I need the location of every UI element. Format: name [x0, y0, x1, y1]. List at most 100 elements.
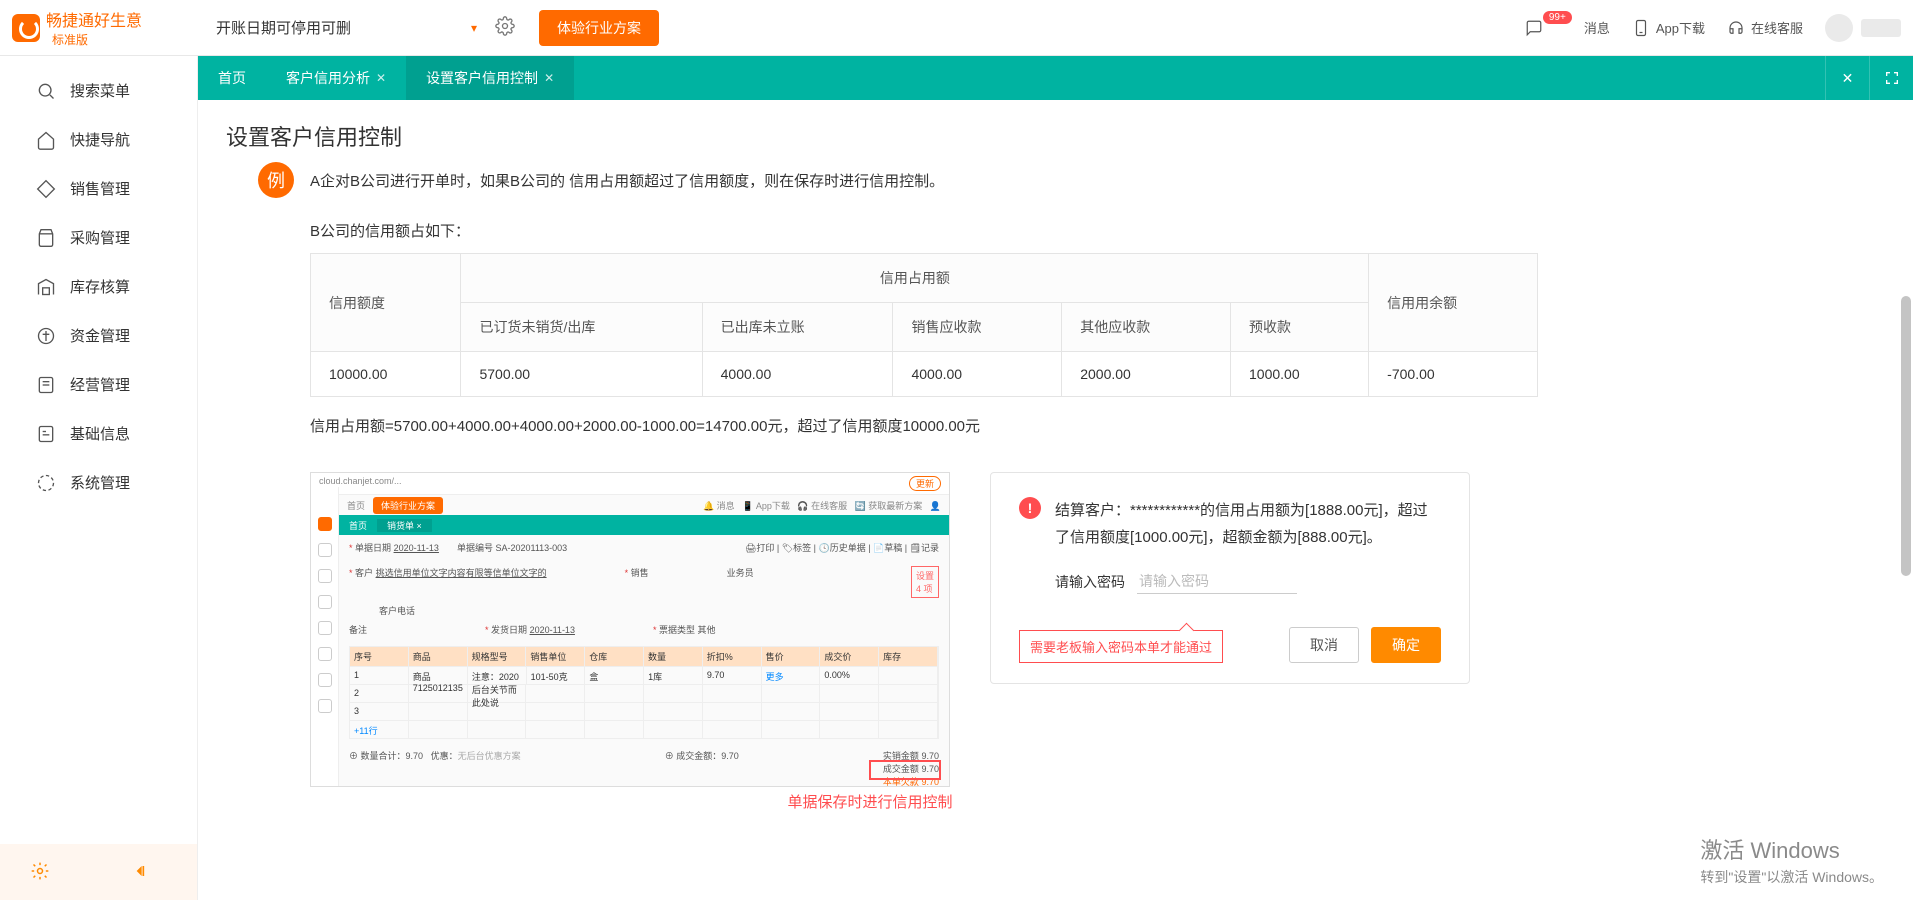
password-input[interactable] — [1137, 569, 1297, 594]
ss-refresh: 更新 — [909, 476, 941, 491]
fullscreen-button[interactable] — [1869, 56, 1913, 100]
app-download-label: App下载 — [1656, 18, 1705, 37]
sidebar-label: 系统管理 — [70, 472, 130, 493]
settings-gear-icon[interactable] — [30, 861, 50, 884]
tab-label: 设置客户信用控制 — [426, 68, 538, 88]
td-c1: 5700.00 — [461, 352, 702, 397]
sidebar-label: 资金管理 — [70, 325, 130, 346]
top-header: 畅捷通好生意 标准版 开账日期可停用可删 ▾ 体验行业方案 99+ 消息 App… — [0, 0, 1913, 56]
warehouse-icon — [36, 277, 56, 297]
dialog-note: 需要老板输入密码本单才能通过 — [1019, 630, 1223, 663]
sidebar-item-sales[interactable]: 销售管理 — [0, 164, 197, 213]
sidebar-item-business[interactable]: 经营管理 — [0, 360, 197, 409]
bag-icon — [36, 228, 56, 248]
sidebar-label: 经营管理 — [70, 374, 130, 395]
tab-label: 首页 — [218, 68, 246, 88]
sidebar-item-search[interactable]: 搜索菜单 — [0, 66, 197, 115]
avatar-icon — [1825, 14, 1853, 42]
ss-tab1: 首页 — [339, 519, 377, 532]
th-limit: 信用额度 — [311, 254, 461, 352]
close-all-tabs-button[interactable]: ✕ — [1825, 56, 1869, 100]
header-right: 99+ 消息 App下载 在线客服 — [1525, 14, 1901, 42]
th-balance: 信用用余额 — [1369, 254, 1538, 352]
headset-icon — [1727, 19, 1745, 37]
th-c3: 销售应收款 — [893, 303, 1062, 352]
account-selector[interactable]: 开账日期可停用可删 ▾ — [216, 17, 477, 38]
message-icon — [1525, 19, 1543, 37]
cancel-button[interactable]: 取消 — [1289, 627, 1359, 663]
phone-icon — [1632, 19, 1650, 37]
td-c4: 2000.00 — [1062, 352, 1231, 397]
illustration-row: cloud.chanjet.com/...更新 首页体验行业方案🔔 消息 📱 A… — [310, 472, 1853, 787]
credit-table: 信用额度 信用占用额 信用用余额 已订货未销货/出库 已出库未立账 销售应收款 … — [310, 253, 1538, 397]
tab-credit-settings[interactable]: 设置客户信用控制 ✕ — [406, 56, 574, 100]
content-area: 设置客户信用控制 例 A企对B公司进行开单时，如果B公司的 信用占用额超过了信用… — [198, 100, 1913, 900]
sidebar: 搜索菜单 快捷导航 销售管理 采购管理 库存核算 资金管理 经营管理 基础信息 … — [0, 56, 198, 900]
td-c2: 4000.00 — [702, 352, 893, 397]
scrollbar-rail[interactable] — [1901, 196, 1911, 890]
illustration-caption: 单据保存时进行信用控制 — [310, 791, 1430, 812]
sidebar-label: 销售管理 — [70, 178, 130, 199]
product-name: 畅捷通好生意 — [46, 7, 142, 31]
watermark-line1: 激活 Windows — [1700, 834, 1883, 867]
search-icon — [36, 81, 56, 101]
chevron-down-icon: ▾ — [471, 21, 477, 35]
app-download-link[interactable]: App下载 — [1632, 18, 1705, 37]
money-icon — [36, 326, 56, 346]
sidebar-item-quicknav[interactable]: 快捷导航 — [0, 115, 197, 164]
tab-label: 客户信用分析 — [286, 68, 370, 88]
td-balance: -700.00 — [1369, 352, 1538, 397]
th-c1: 已订货未销货/出库 — [461, 303, 702, 352]
td-c5: 1000.00 — [1231, 352, 1369, 397]
dialog-message: 结算客户：************的信用占用额为[1888.00元]，超过了信用… — [1055, 497, 1441, 551]
highlight-save-button — [869, 760, 941, 780]
sidebar-label: 搜索菜单 — [70, 80, 130, 101]
sidebar-label: 采购管理 — [70, 227, 130, 248]
sidebar-item-purchase[interactable]: 采购管理 — [0, 213, 197, 262]
industry-plan-button[interactable]: 体验行业方案 — [539, 10, 659, 46]
online-service-label: 在线客服 — [1751, 18, 1803, 37]
windows-watermark: 激活 Windows 转到"设置"以激活 Windows。 — [1700, 834, 1883, 888]
td-c3: 4000.00 — [893, 352, 1062, 397]
system-icon — [36, 473, 56, 493]
credit-warning-dialog: ! 结算客户：************的信用占用额为[1888.00元]，超过了… — [990, 472, 1470, 684]
th-c5: 预收款 — [1231, 303, 1369, 352]
example-text: A企对B公司进行开单时，如果B公司的 信用占用额超过了信用额度，则在保存时进行信… — [310, 168, 944, 195]
collapse-icon[interactable] — [130, 861, 150, 884]
tabs-bar: 首页 客户信用分析 ✕ 设置客户信用控制 ✕ ✕ — [198, 56, 1913, 100]
logo-icon — [12, 14, 40, 42]
tag-icon — [36, 179, 56, 199]
watermark-line2: 转到"设置"以激活 Windows。 — [1700, 867, 1883, 888]
edition-tag: 标准版 — [52, 31, 142, 48]
messages-link[interactable]: 99+ 消息 — [1525, 18, 1610, 37]
sidebar-label: 基础信息 — [70, 423, 130, 444]
close-icon[interactable]: ✕ — [376, 71, 386, 85]
alert-icon: ! — [1019, 497, 1041, 519]
tab-credit-analysis[interactable]: 客户信用分析 ✕ — [266, 56, 406, 100]
tab-home[interactable]: 首页 — [198, 56, 266, 100]
online-service-link[interactable]: 在线客服 — [1727, 18, 1803, 37]
sidebar-item-finance[interactable]: 资金管理 — [0, 311, 197, 360]
user-avatar-area[interactable] — [1825, 14, 1901, 42]
gear-icon[interactable] — [495, 16, 515, 39]
close-icon[interactable]: ✕ — [544, 71, 554, 85]
sidebar-label: 快捷导航 — [70, 129, 130, 150]
sidebar-item-inventory[interactable]: 库存核算 — [0, 262, 197, 311]
ok-button[interactable]: 确定 — [1371, 627, 1441, 663]
sidebar-item-basicinfo[interactable]: 基础信息 — [0, 409, 197, 458]
ss-mini-sidebar — [311, 487, 339, 786]
page-title: 设置客户信用控制 — [198, 100, 1913, 162]
th-c4: 其他应收款 — [1062, 303, 1231, 352]
home-icon — [36, 130, 56, 150]
account-selector-label: 开账日期可停用可删 — [216, 17, 351, 38]
ss-tab2: 销货单 × — [377, 519, 432, 532]
scrollbar-thumb[interactable] — [1901, 296, 1911, 576]
sidebar-item-system[interactable]: 系统管理 — [0, 458, 197, 507]
formula-text: 信用占用额=5700.00+4000.00+4000.00+2000.00-10… — [310, 415, 1853, 436]
example-badge-icon: 例 — [258, 162, 294, 198]
list-icon — [36, 375, 56, 395]
sub-line: B公司的信用额占如下： — [310, 220, 1853, 241]
sidebar-footer — [0, 844, 197, 900]
table-row: 10000.00 5700.00 4000.00 4000.00 2000.00… — [311, 352, 1538, 397]
user-name-placeholder — [1861, 19, 1901, 37]
